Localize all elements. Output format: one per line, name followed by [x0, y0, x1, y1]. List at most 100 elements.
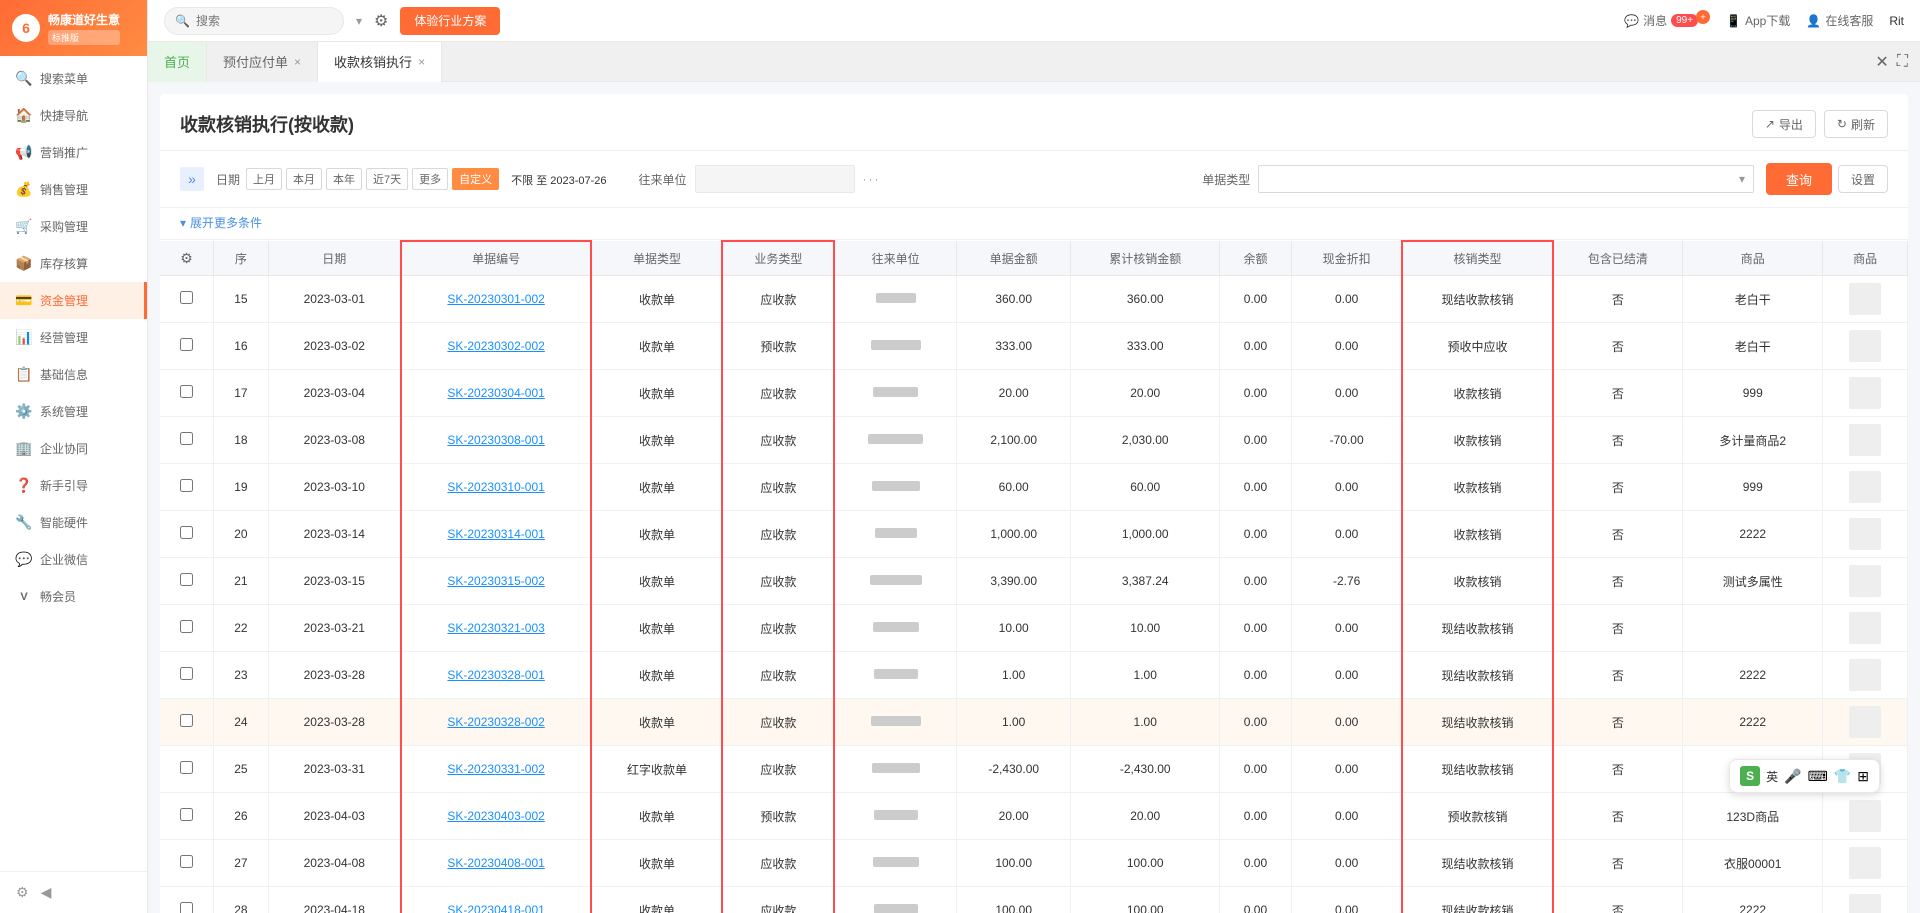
refresh-button[interactable]: ↻ 刷新 [1824, 110, 1888, 138]
sidebar-item-purchase[interactable]: 🛒 采购管理 [0, 208, 147, 245]
filter-toggle-button[interactable]: » [180, 167, 204, 191]
cell-checkbox[interactable] [160, 652, 214, 699]
cell-partner [834, 605, 956, 652]
voucher-type-select[interactable]: ▾ [1258, 165, 1754, 193]
sidebar-item-sales[interactable]: 💰 销售管理 [0, 171, 147, 208]
row-checkbox[interactable] [180, 479, 193, 492]
doc-no-link[interactable]: SK-20230418-001 [447, 903, 544, 913]
float-mic-icon[interactable]: 🎤 [1784, 768, 1801, 785]
date-this-month[interactable]: 本月 [286, 168, 322, 190]
sidebar-item-marketing[interactable]: 📢 营销推广 [0, 134, 147, 171]
date-this-year[interactable]: 本年 [326, 168, 362, 190]
cell-checkbox[interactable] [160, 840, 214, 887]
cell-checkbox[interactable] [160, 887, 214, 913]
row-checkbox[interactable] [180, 385, 193, 398]
cell-checkbox[interactable] [160, 699, 214, 746]
doc-no-link[interactable]: SK-20230304-001 [447, 386, 544, 400]
partner-input[interactable] [695, 165, 855, 193]
sidebar-item-hardware[interactable]: 🔧 智能硬件 [0, 504, 147, 541]
cell-checkbox[interactable] [160, 511, 214, 558]
message-button[interactable]: 💬 消息 99+ + [1624, 12, 1710, 29]
sidebar-item-member[interactable]: V 畅会员 [0, 578, 147, 615]
cell-checkbox[interactable] [160, 276, 214, 323]
doc-no-link[interactable]: SK-20230328-002 [447, 715, 544, 729]
doc-no-link[interactable]: SK-20230302-002 [447, 339, 544, 353]
doc-no-link[interactable]: SK-20230301-002 [447, 292, 544, 306]
sidebar-item-basic[interactable]: 📋 基础信息 [0, 356, 147, 393]
tab-prepay[interactable]: 预付应付单 × [207, 42, 318, 82]
cell-checkbox[interactable] [160, 793, 214, 840]
date-custom[interactable]: 自定义 [452, 168, 499, 190]
row-checkbox[interactable] [180, 338, 193, 351]
cell-checkbox[interactable] [160, 323, 214, 370]
cell-checkbox[interactable] [160, 417, 214, 464]
query-button[interactable]: 查询 [1766, 163, 1832, 195]
sidebar-item-search[interactable]: 🔍 搜索菜单 [0, 60, 147, 97]
row-checkbox[interactable] [180, 761, 193, 774]
float-badge: S 英 🎤 ⌨ 👕 ⊞ [1729, 759, 1880, 793]
online-service-button[interactable]: 👤 在线客服 [1806, 12, 1873, 29]
topbar-search-input[interactable] [196, 14, 316, 28]
dropdown-arrow-icon[interactable]: ▾ [356, 14, 362, 28]
topbar-search-container[interactable]: 🔍 [164, 7, 344, 35]
sidebar-item-inventory[interactable]: 📦 库存核算 [0, 245, 147, 282]
cell-date: 2023-03-08 [268, 417, 400, 464]
row-checkbox[interactable] [180, 620, 193, 633]
row-checkbox[interactable] [180, 714, 193, 727]
row-checkbox[interactable] [180, 667, 193, 680]
row-checkbox[interactable] [180, 902, 193, 913]
cell-checkbox[interactable] [160, 746, 214, 793]
setting-button[interactable]: 设置 [1838, 165, 1888, 193]
row-checkbox[interactable] [180, 573, 193, 586]
tab-receipt-close[interactable]: × [418, 55, 425, 69]
row-checkbox[interactable] [180, 291, 193, 304]
sidebar-item-guide[interactable]: ❓ 新手引导 [0, 467, 147, 504]
row-checkbox[interactable] [180, 432, 193, 445]
doc-no-link[interactable]: SK-20230331-002 [447, 762, 544, 776]
doc-no-link[interactable]: SK-20230328-001 [447, 668, 544, 682]
tab-fullscreen-icon[interactable]: ⛶ [1897, 53, 1908, 71]
cell-checkbox[interactable] [160, 605, 214, 652]
float-keyboard-icon[interactable]: ⌨ [1808, 768, 1828, 785]
doc-no-link[interactable]: SK-20230403-002 [447, 809, 544, 823]
row-checkbox[interactable] [180, 526, 193, 539]
cell-checkbox[interactable] [160, 464, 214, 511]
float-grid-icon[interactable]: ⊞ [1857, 768, 1869, 785]
doc-no-link[interactable]: SK-20230408-001 [447, 856, 544, 870]
doc-no-link[interactable]: SK-20230314-001 [447, 527, 544, 541]
cell-checkbox[interactable] [160, 558, 214, 605]
tab-receipt-exec[interactable]: 收款核销执行 × [318, 42, 442, 82]
cell-checkbox[interactable] [160, 370, 214, 417]
collapse-icon[interactable]: ◀ [41, 884, 52, 901]
cell-no: 22 [214, 605, 269, 652]
float-shirt-icon[interactable]: 👕 [1834, 768, 1851, 785]
sidebar-item-wechat[interactable]: 💬 企业微信 [0, 541, 147, 578]
sidebar-item-corp[interactable]: 🏢 企业协同 [0, 430, 147, 467]
app-download-button[interactable]: 📱 App下载 [1726, 12, 1790, 29]
doc-no-link[interactable]: SK-20230321-003 [447, 621, 544, 635]
solution-button[interactable]: 体验行业方案 [400, 7, 500, 35]
sidebar-item-operation[interactable]: 📊 经营管理 [0, 319, 147, 356]
doc-no-link[interactable]: SK-20230308-001 [447, 433, 544, 447]
settings-icon[interactable]: ⚙ [16, 884, 29, 901]
cell-partner [834, 840, 956, 887]
doc-no-link[interactable]: SK-20230310-001 [447, 480, 544, 494]
tab-prepay-close[interactable]: × [294, 55, 301, 69]
sidebar-item-system[interactable]: ⚙️ 系统管理 [0, 393, 147, 430]
sidebar-footer: ⚙ ◀ [0, 871, 147, 913]
expand-filter-button[interactable]: ▾ 展开更多条件 [180, 214, 1888, 231]
th-gear[interactable]: ⚙ [160, 241, 214, 276]
date-more[interactable]: 更多 [412, 168, 448, 190]
sidebar-item-finance[interactable]: 💳 资金管理 [0, 282, 147, 319]
doc-no-link[interactable]: SK-20230315-002 [447, 574, 544, 588]
sidebar-item-quick-nav[interactable]: 🏠 快捷导航 [0, 97, 147, 134]
row-checkbox[interactable] [180, 808, 193, 821]
tab-home[interactable]: 首页 [148, 42, 207, 82]
gear-icon[interactable]: ⚙ [374, 11, 388, 31]
user-name[interactable]: Rit [1889, 14, 1904, 28]
date-last-month[interactable]: 上月 [246, 168, 282, 190]
tab-close-all-icon[interactable]: ✕ [1875, 52, 1888, 72]
export-button[interactable]: ↗ 导出 [1752, 110, 1816, 138]
date-7days[interactable]: 近7天 [366, 168, 408, 190]
row-checkbox[interactable] [180, 855, 193, 868]
